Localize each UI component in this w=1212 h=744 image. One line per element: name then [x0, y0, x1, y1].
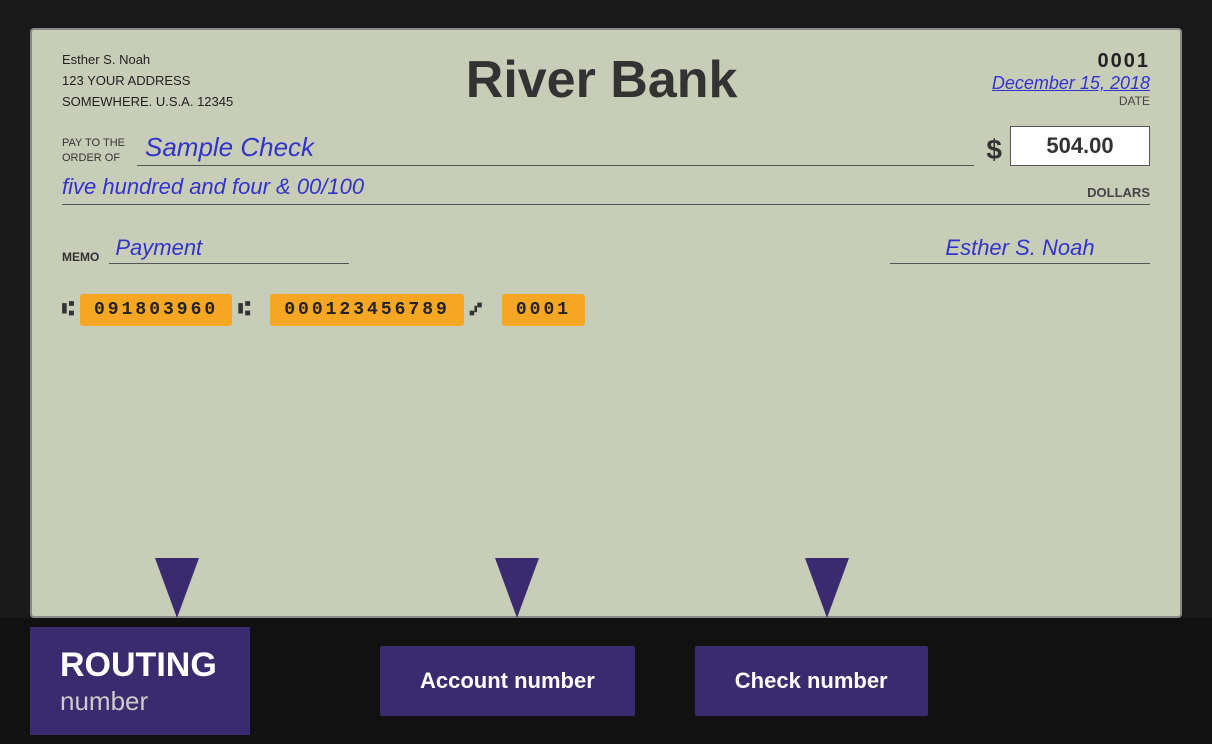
written-amount-row: five hundred and four & 00/100 DOLLARS [62, 174, 1150, 205]
amount-box: 504.00 [1010, 126, 1150, 166]
payee-line: Sample Check [137, 132, 974, 166]
owner-address1: 123 YOUR ADDRESS [62, 71, 233, 92]
check-number-label: Check number [695, 646, 928, 716]
written-amount: five hundred and four & 00/100 [62, 174, 364, 200]
account-number: 000123456789 [270, 294, 464, 326]
date-label: DATE [970, 94, 1150, 108]
routing-arrow [155, 558, 199, 618]
account-close-symbol: ⑇ [470, 299, 482, 322]
memo-sig-row: MEMO Payment Esther S. Noah [62, 235, 1150, 264]
signature-line: Esther S. Noah [890, 235, 1150, 264]
check-arrow [805, 558, 849, 618]
pay-label: PAY TO THE ORDER OF [62, 136, 125, 167]
account-owner: Esther S. Noah 123 YOUR ADDRESS SOMEWHER… [62, 50, 233, 112]
micr-row: ⑆ 091803960 ⑆ 000123456789 ⑇ 0001 [62, 294, 1150, 326]
check-number-top: 0001 [970, 50, 1150, 73]
routing-close-symbol: ⑆ [238, 299, 250, 322]
memo-label: MEMO [62, 250, 99, 264]
check-number-date-block: 0001 December 15, 2018 DATE [970, 50, 1150, 108]
memo-section: MEMO Payment [62, 235, 349, 264]
check-header: Esther S. Noah 123 YOUR ADDRESS SOMEWHER… [62, 50, 1150, 112]
routing-label-bottom: number [60, 686, 148, 717]
dollars-label: DOLLARS [1087, 185, 1150, 200]
date-value: December 15, 2018 [970, 73, 1150, 94]
routing-open-symbol: ⑆ [62, 299, 74, 322]
payee-name: Sample Check [137, 132, 314, 162]
dollar-sign: $ [986, 134, 1002, 166]
routing-number: 091803960 [80, 294, 232, 326]
bank-name: River Bank [253, 50, 950, 110]
routing-label-top: ROUTING [60, 645, 217, 686]
owner-address2: SOMEWHERE. U.S.A. 12345 [62, 92, 233, 113]
pay-to-row: PAY TO THE ORDER OF Sample Check $ 504.0… [62, 126, 1150, 166]
bottom-label-area: ROUTING number Account number Check numb… [0, 618, 1212, 744]
memo-line: Payment [109, 235, 349, 264]
account-arrow [495, 558, 539, 618]
account-number-label: Account number [380, 646, 635, 716]
check-number-micr: 0001 [502, 294, 585, 326]
memo-value: Payment [109, 235, 202, 260]
routing-label-block: ROUTING number [30, 627, 250, 735]
owner-name: Esther S. Noah [62, 50, 233, 71]
check-document: Esther S. Noah 123 YOUR ADDRESS SOMEWHER… [30, 28, 1182, 618]
amount-wrapper: $ 504.00 [986, 126, 1150, 166]
signature-value: Esther S. Noah [945, 235, 1094, 260]
